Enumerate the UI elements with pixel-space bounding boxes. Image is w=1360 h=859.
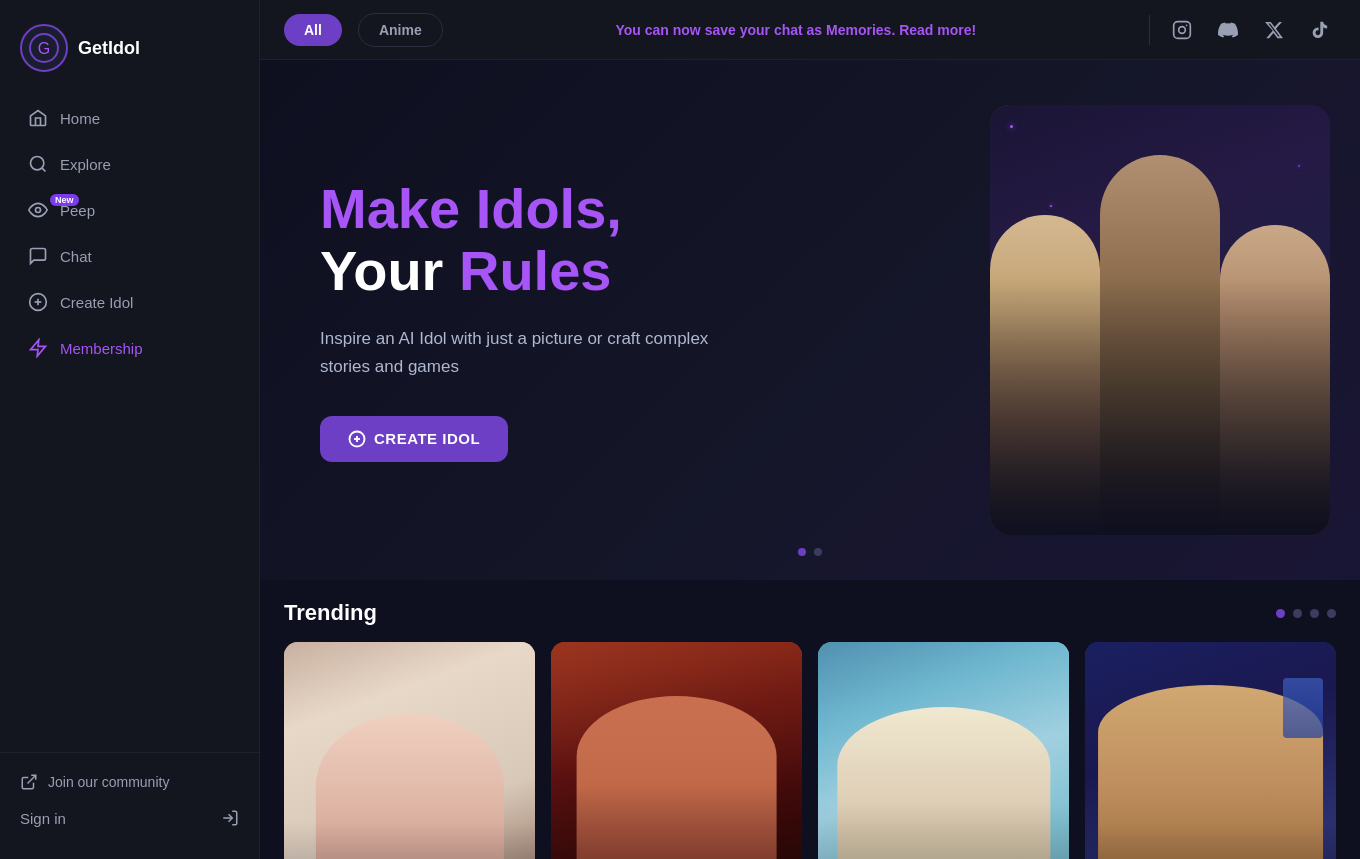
sidebar-item-home[interactable]: Home bbox=[12, 96, 247, 140]
tiktok-icon[interactable] bbox=[1304, 14, 1336, 46]
trending-card-3[interactable] bbox=[818, 642, 1069, 859]
sidebar-item-explore-label: Explore bbox=[60, 156, 111, 173]
carousel-dot-2[interactable] bbox=[814, 548, 822, 556]
hero-description: Inspire an AI Idol with just a picture o… bbox=[320, 325, 740, 379]
create-idol-btn-icon bbox=[348, 430, 366, 448]
hero-title-line2: Your Rules bbox=[320, 240, 1300, 302]
create-idol-icon bbox=[28, 292, 48, 312]
svg-marker-7 bbox=[31, 340, 46, 357]
hero-title: Make Idols, Your Rules bbox=[320, 178, 1300, 301]
svg-line-8 bbox=[28, 775, 36, 783]
instagram-icon[interactable] bbox=[1166, 14, 1198, 46]
svg-point-11 bbox=[1179, 26, 1186, 33]
peep-icon bbox=[28, 200, 48, 220]
sidebar-item-peep[interactable]: Peep New bbox=[12, 188, 247, 232]
sidebar-item-membership[interactable]: Membership bbox=[12, 326, 247, 370]
trending-title: Trending bbox=[284, 600, 377, 626]
filter-anime-button[interactable]: Anime bbox=[358, 13, 443, 47]
logo[interactable]: G GetIdol bbox=[0, 16, 259, 96]
topbar: All Anime You can now save your chat as … bbox=[260, 0, 1360, 60]
hero-text: Make Idols, Your Rules Inspire an AI Ido… bbox=[320, 178, 1300, 462]
sidebar-item-chat-label: Chat bbox=[60, 248, 92, 265]
trending-nav-dot-4[interactable] bbox=[1327, 609, 1336, 618]
membership-icon bbox=[28, 338, 48, 358]
discord-icon[interactable] bbox=[1212, 14, 1244, 46]
logo-text: GetIdol bbox=[78, 38, 140, 59]
filter-all-button[interactable]: All bbox=[284, 14, 342, 46]
svg-rect-10 bbox=[1174, 21, 1191, 38]
home-icon bbox=[28, 108, 48, 128]
svg-point-2 bbox=[31, 157, 44, 170]
sign-in-icon bbox=[221, 809, 239, 827]
twitter-icon[interactable] bbox=[1258, 14, 1290, 46]
svg-point-12 bbox=[1186, 24, 1188, 26]
svg-text:G: G bbox=[38, 40, 50, 57]
trending-section: Trending bbox=[260, 580, 1360, 859]
topbar-notice: You can now save your chat as Memories. … bbox=[459, 22, 1133, 38]
card-4-image bbox=[1085, 642, 1336, 859]
trending-header: Trending bbox=[284, 600, 1336, 626]
logo-icon: G bbox=[20, 24, 68, 72]
sign-in-label: Sign in bbox=[20, 810, 66, 827]
card-3-image bbox=[818, 642, 1069, 859]
trending-nav-dots bbox=[1276, 609, 1336, 618]
trending-nav-dot-1[interactable] bbox=[1276, 609, 1285, 618]
trending-card-1[interactable] bbox=[284, 642, 535, 859]
hero-section: Make Idols, Your Rules Inspire an AI Ido… bbox=[260, 60, 1360, 580]
sidebar: G GetIdol Home Explore bbox=[0, 0, 260, 859]
create-idol-button[interactable]: CREATE IDOL bbox=[320, 416, 508, 462]
sidebar-item-explore[interactable]: Explore bbox=[12, 142, 247, 186]
trending-card-2[interactable] bbox=[551, 642, 802, 859]
nav-menu: Home Explore Peep New bbox=[0, 96, 259, 752]
notice-link[interactable]: Read more! bbox=[899, 22, 976, 38]
carousel-dot-1[interactable] bbox=[798, 548, 806, 556]
join-community-link[interactable]: Join our community bbox=[20, 765, 239, 799]
external-link-icon bbox=[20, 773, 38, 791]
trending-nav-dot-3[interactable] bbox=[1310, 609, 1319, 618]
trending-nav-dot-2[interactable] bbox=[1293, 609, 1302, 618]
sidebar-item-create-idol[interactable]: Create Idol bbox=[12, 280, 247, 324]
hero-title-word1: Your bbox=[320, 239, 459, 302]
trending-cards bbox=[284, 642, 1336, 859]
chat-icon bbox=[28, 246, 48, 266]
sidebar-bottom: Join our community Sign in bbox=[0, 752, 259, 843]
join-community-label: Join our community bbox=[48, 774, 169, 790]
topbar-divider bbox=[1149, 15, 1150, 45]
hero-title-line1: Make Idols, bbox=[320, 178, 1300, 240]
explore-icon bbox=[28, 154, 48, 174]
sidebar-item-create-idol-label: Create Idol bbox=[60, 294, 133, 311]
card-2-image bbox=[551, 642, 802, 859]
create-idol-btn-label: CREATE IDOL bbox=[374, 430, 480, 447]
sign-in-button[interactable]: Sign in bbox=[20, 799, 239, 831]
sidebar-item-home-label: Home bbox=[60, 110, 100, 127]
carousel-dots bbox=[798, 532, 822, 564]
social-icons bbox=[1166, 14, 1336, 46]
svg-point-3 bbox=[36, 208, 41, 213]
main-content: All Anime You can now save your chat as … bbox=[260, 0, 1360, 859]
trending-card-4[interactable] bbox=[1085, 642, 1336, 859]
hero-title-word2: Rules bbox=[459, 239, 612, 302]
sidebar-item-membership-label: Membership bbox=[60, 340, 143, 357]
content-area: Make Idols, Your Rules Inspire an AI Ido… bbox=[260, 60, 1360, 859]
card-1-image bbox=[284, 642, 535, 859]
sidebar-item-chat[interactable]: Chat bbox=[12, 234, 247, 278]
new-badge: New bbox=[50, 194, 79, 206]
notice-text: You can now save your chat as Memories. bbox=[615, 22, 895, 38]
